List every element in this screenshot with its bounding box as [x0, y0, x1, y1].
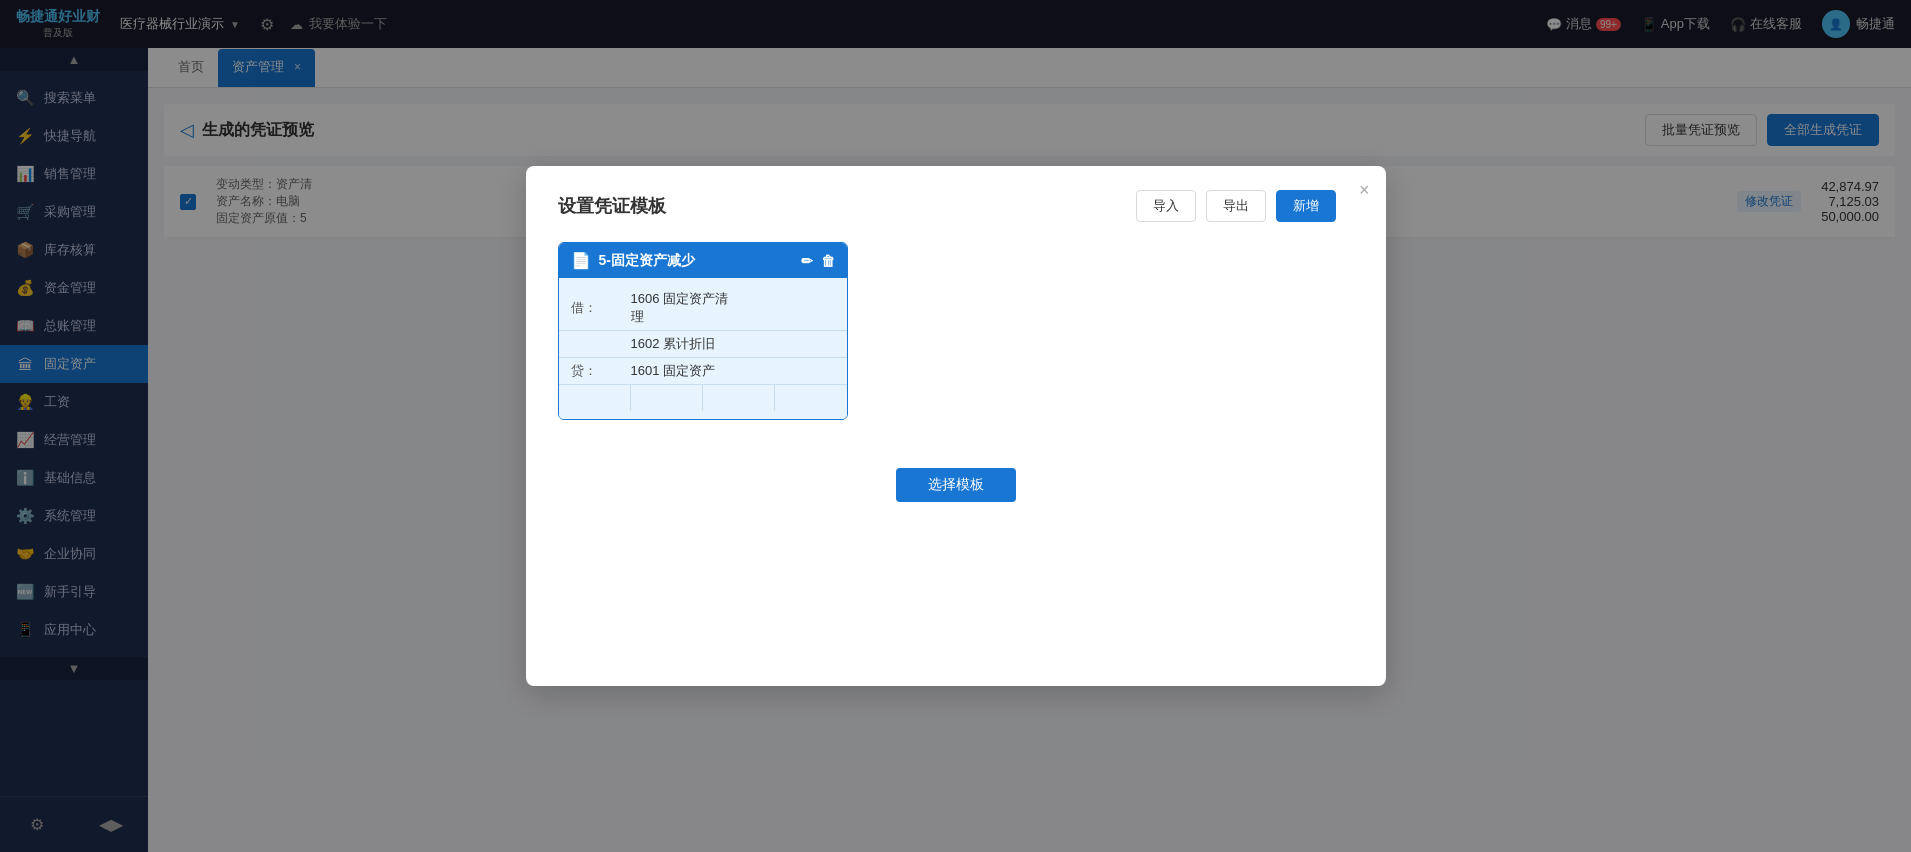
select-template-area: 选择模板: [558, 444, 1354, 502]
template-card-title: 5-固定资产减少: [599, 252, 695, 270]
row3-account: 1601 固定资产: [631, 362, 735, 380]
select-template-button[interactable]: 选择模板: [896, 468, 1016, 502]
empty-cell-2: [631, 385, 703, 411]
template-card-fixed-assets-decrease: 📄 5-固定资产减少 ✏ 🗑: [558, 242, 848, 420]
template-row-2: 1602 累计折旧: [559, 331, 847, 358]
template-card-header: 📄 5-固定资产减少 ✏ 🗑: [559, 243, 847, 278]
main-area: ▲ 🔍 搜索菜单 ⚡ 快捷导航 📊 销售管理 🛒 采购管理: [0, 48, 1911, 852]
empty-cell-1: [559, 385, 631, 411]
template-delete-icon[interactable]: 🗑: [821, 253, 835, 269]
modal-overlay: 导入 导出 新增 × 设置凭证模板: [148, 88, 1911, 852]
main-content: ◁ 生成的凭证预览 批量凭证预览 全部生成凭证 ✓: [148, 88, 1911, 852]
template-row-3: 贷： 1601 固定资产: [559, 358, 847, 385]
new-template-button[interactable]: 新增: [1276, 190, 1336, 222]
template-card-title-area: 📄 5-固定资产减少: [571, 251, 695, 270]
row3-side: 贷：: [571, 362, 631, 380]
template-card-actions: ✏ 🗑: [801, 253, 835, 269]
empty-cell-4: [775, 385, 846, 411]
row1-account: 1606 固定资产清理: [631, 290, 735, 326]
modal-close-button[interactable]: ×: [1359, 180, 1370, 201]
template-card-area: 📄 5-固定资产减少 ✏ 🗑: [558, 242, 1354, 420]
export-button[interactable]: 导出: [1206, 190, 1266, 222]
empty-cell-3: [703, 385, 775, 411]
template-edit-icon[interactable]: ✏: [801, 253, 813, 269]
import-button[interactable]: 导入: [1136, 190, 1196, 222]
modal-toolbar: 导入 导出 新增: [1136, 190, 1336, 222]
template-row-1: 借： 1606 固定资产清理: [559, 286, 847, 331]
template-card-body: 借： 1606 固定资产清理: [559, 278, 847, 419]
app-container: 畅捷通好业财 普及版 医疗器械行业演示 ▼ ⚙ ☁ 我要体验一下 💬 消息 99…: [0, 0, 1911, 852]
template-document-icon: 📄: [571, 251, 591, 270]
template-row-empty: [559, 385, 847, 411]
row2-account: 1602 累计折旧: [631, 335, 735, 353]
row1-side: 借：: [571, 299, 631, 317]
content-area: 首页 资产管理 × ◁ 生成的凭证预览 批量凭证预览 全部生成: [148, 48, 1911, 852]
voucher-template-modal: 导入 导出 新增 × 设置凭证模板: [526, 166, 1386, 686]
